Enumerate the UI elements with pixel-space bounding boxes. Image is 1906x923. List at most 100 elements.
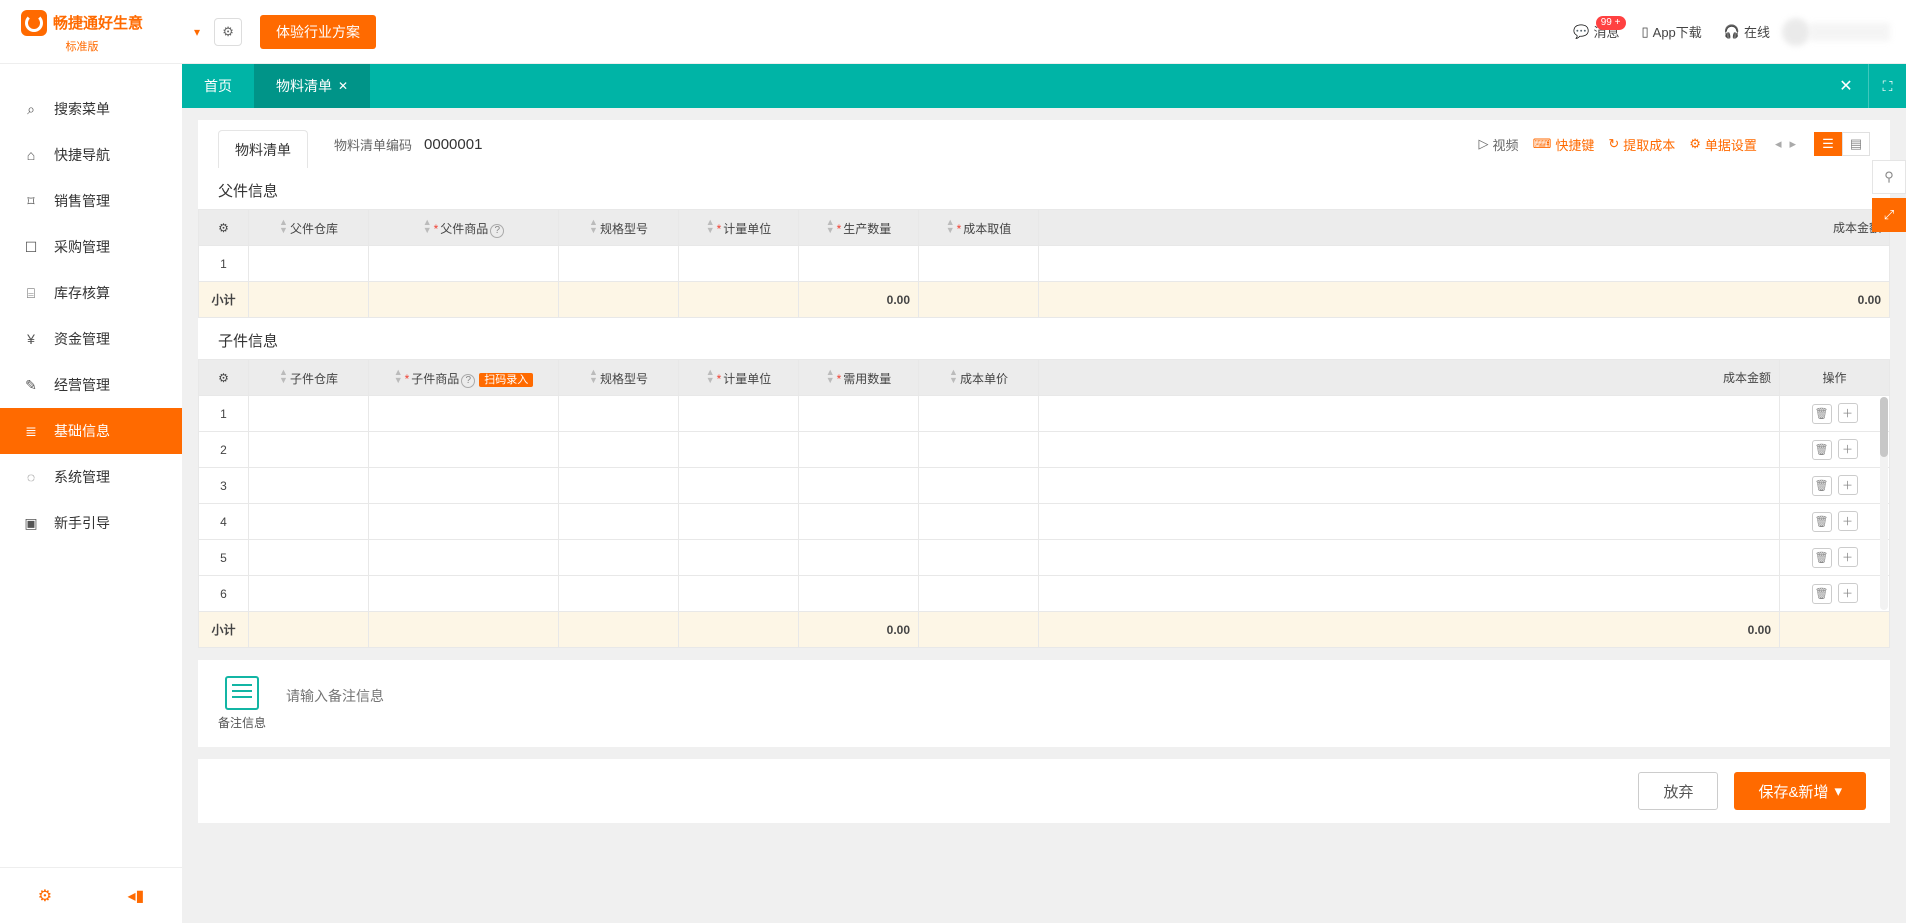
view-form[interactable]: ▤ (1842, 132, 1870, 156)
cell[interactable] (799, 246, 919, 282)
add-row-button[interactable]: ＋ (1838, 511, 1858, 531)
col-parent-item[interactable]: ▲▼*父件商品? (369, 210, 559, 246)
prev-doc[interactable]: ◂ (1775, 136, 1782, 152)
cell[interactable] (919, 468, 1039, 504)
delete-row-button[interactable]: 🗑 (1812, 548, 1832, 568)
extract-cost[interactable]: ↻提取成本 (1608, 135, 1675, 154)
cell[interactable] (369, 246, 559, 282)
add-row-button[interactable]: ＋ (1838, 403, 1858, 423)
table-row[interactable]: 1🗑＋ (199, 396, 1890, 432)
cell[interactable] (1039, 396, 1780, 432)
table-row[interactable]: 2🗑＋ (199, 432, 1890, 468)
cell[interactable] (1039, 432, 1780, 468)
add-row-button[interactable]: ＋ (1838, 583, 1858, 603)
sidebar-item-sales[interactable]: ⌑销售管理 (0, 178, 182, 224)
add-row-button[interactable]: ＋ (1838, 439, 1858, 459)
expand-button[interactable]: ⤢ (1872, 198, 1906, 232)
cell[interactable] (799, 504, 919, 540)
cell[interactable] (249, 468, 369, 504)
col-child-wh[interactable]: ▲▼子件仓库 (249, 360, 369, 396)
add-row-button[interactable]: ＋ (1838, 547, 1858, 567)
cell[interactable] (799, 540, 919, 576)
cell[interactable] (1039, 468, 1780, 504)
col-gear[interactable]: ⚙ (199, 360, 249, 396)
add-row-button[interactable]: ＋ (1838, 475, 1858, 495)
table-row[interactable]: 6🗑＋ (199, 576, 1890, 612)
cell[interactable] (919, 504, 1039, 540)
shortcut-help[interactable]: ⌨快捷键 (1533, 135, 1595, 154)
user-avatar[interactable] (1782, 18, 1810, 46)
cell[interactable] (249, 396, 369, 432)
attachment-button[interactable]: ⚲ (1872, 160, 1906, 194)
cell[interactable] (249, 576, 369, 612)
col-gear[interactable]: ⚙ (199, 210, 249, 246)
child-scrollbar[interactable] (1880, 397, 1888, 610)
cell[interactable] (559, 540, 679, 576)
chevron-down-icon[interactable]: ▾ (194, 25, 200, 39)
col-parent-amt[interactable]: 成本金额 (1039, 210, 1890, 246)
save-and-new-button[interactable]: 保存&新增▾ (1734, 772, 1866, 810)
cell[interactable] (679, 396, 799, 432)
settings-button[interactable]: ⚙ (214, 18, 242, 46)
cell[interactable] (799, 432, 919, 468)
tab-home[interactable]: 首页 (182, 64, 254, 108)
sidebar-item-funds[interactable]: ¥资金管理 (0, 316, 182, 362)
sidebar-item-guide[interactable]: ▣新手引导 (0, 500, 182, 546)
cell[interactable] (919, 396, 1039, 432)
cell[interactable] (559, 396, 679, 432)
cell[interactable] (369, 504, 559, 540)
cell[interactable] (559, 432, 679, 468)
cell[interactable] (919, 246, 1039, 282)
cell[interactable] (369, 432, 559, 468)
cell[interactable] (799, 576, 919, 612)
cell[interactable] (679, 246, 799, 282)
cell[interactable] (1039, 246, 1890, 282)
remark-input[interactable] (286, 676, 1870, 717)
cell[interactable] (679, 468, 799, 504)
cell[interactable] (1039, 504, 1780, 540)
delete-row-button[interactable]: 🗑 (1812, 476, 1832, 496)
sidebar-item-system[interactable]: ◌系统管理 (0, 454, 182, 500)
close-all-tabs[interactable]: ✕ (1824, 64, 1868, 108)
delete-row-button[interactable]: 🗑 (1812, 512, 1832, 532)
cell[interactable] (369, 468, 559, 504)
scan-input-button[interactable]: 扫码录入 (479, 373, 533, 387)
cell[interactable] (799, 468, 919, 504)
col-child-unit[interactable]: ▲▼*计量单位 (679, 360, 799, 396)
help-icon[interactable]: ? (461, 374, 475, 388)
cell[interactable] (679, 504, 799, 540)
fullscreen-toggle[interactable]: ⛶ (1868, 64, 1906, 108)
cell[interactable] (1039, 540, 1780, 576)
col-child-amt[interactable]: 成本金额 (1039, 360, 1780, 396)
collapse-icon[interactable]: ◂▮ (127, 886, 144, 906)
cell[interactable] (559, 246, 679, 282)
table-row[interactable]: 5🗑＋ (199, 540, 1890, 576)
online-support-link[interactable]: 🎧 在线 (1724, 22, 1770, 41)
cell[interactable] (249, 504, 369, 540)
col-child-item[interactable]: ▲▼*子件商品?扫码录入 (369, 360, 559, 396)
cell[interactable] (679, 432, 799, 468)
sidebar-item-quicknav[interactable]: ⌂快捷导航 (0, 132, 182, 178)
table-row[interactable]: 1 (199, 246, 1890, 282)
cell[interactable] (559, 468, 679, 504)
cell[interactable] (369, 576, 559, 612)
doc-settings[interactable]: ⚙单据设置 (1689, 135, 1757, 154)
scrollbar-thumb[interactable] (1880, 397, 1888, 457)
app-download-link[interactable]: ▯ App下载 (1642, 22, 1702, 41)
cell[interactable] (369, 396, 559, 432)
col-child-unitcost[interactable]: ▲▼成本单价 (919, 360, 1039, 396)
col-parent-spec[interactable]: ▲▼规格型号 (559, 210, 679, 246)
col-parent-unit[interactable]: ▲▼*计量单位 (679, 210, 799, 246)
cell[interactable] (799, 396, 919, 432)
table-row[interactable]: 3🗑＋ (199, 468, 1890, 504)
col-child-qty[interactable]: ▲▼*需用数量 (799, 360, 919, 396)
footer-gear-icon[interactable]: ⚙ (38, 886, 52, 906)
messages-link[interactable]: 💬 消息 99 + (1573, 22, 1619, 41)
sidebar-item-purchase[interactable]: ☐采购管理 (0, 224, 182, 270)
cell[interactable] (679, 540, 799, 576)
cell[interactable] (559, 504, 679, 540)
col-parent-wh[interactable]: ▲▼父件仓库 (249, 210, 369, 246)
cell[interactable] (919, 540, 1039, 576)
cell[interactable] (679, 576, 799, 612)
cell[interactable] (1039, 576, 1780, 612)
